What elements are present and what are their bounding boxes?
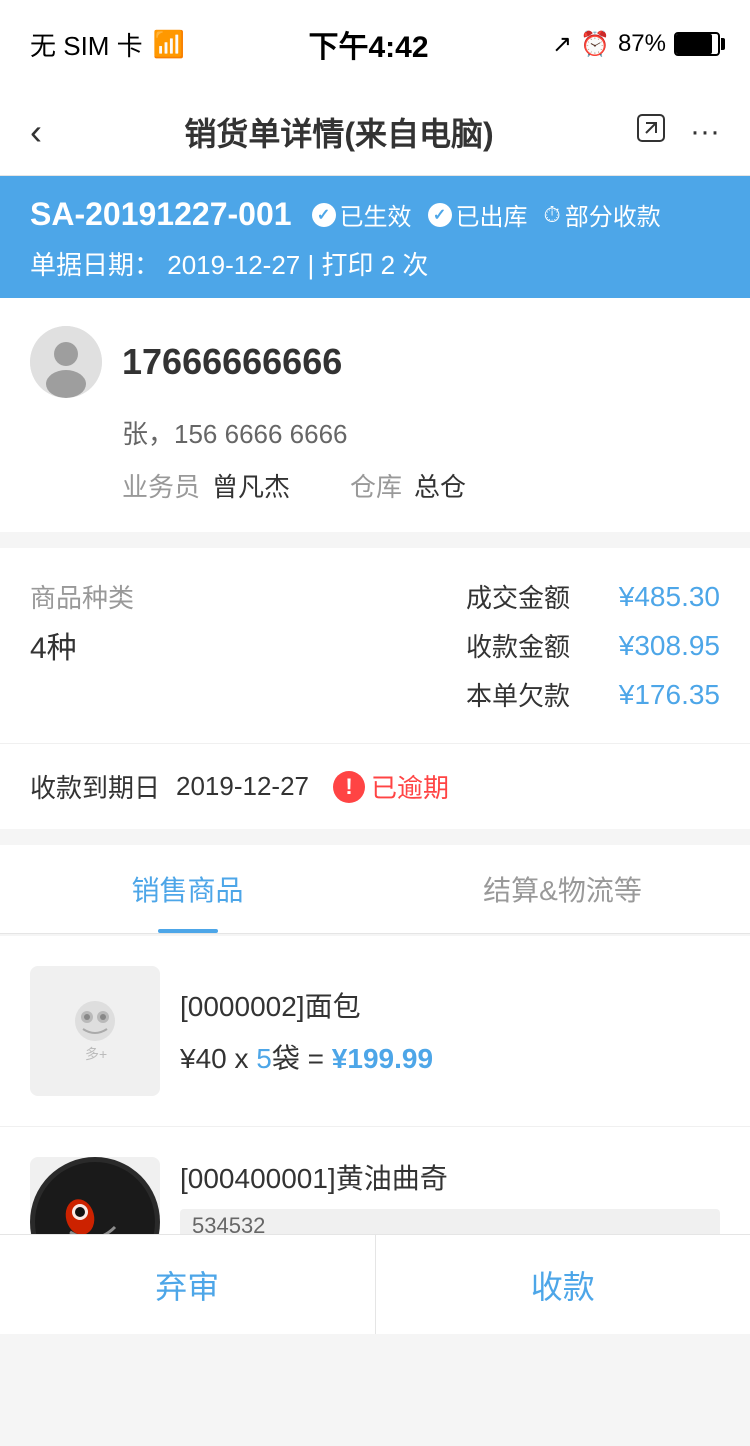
product-thumb-1: 多+ xyxy=(30,966,160,1096)
tabs-row: 销售商品 结算&物流等 xyxy=(0,845,750,933)
check-icon-1: ✓ xyxy=(312,203,336,227)
bottom-bar: 弃审 收款 xyxy=(0,1234,750,1334)
product-name-1: [0000002]面包 xyxy=(180,985,720,1025)
due-section: 收款到期日 2019-12-27 ! 已逾期 xyxy=(0,743,750,829)
tabs-section: 销售商品 结算&物流等 xyxy=(0,845,750,934)
warehouse-meta: 仓库 总仓 xyxy=(350,467,466,504)
stats-row-owed: 本单欠款 ¥176.35 xyxy=(466,676,720,713)
overdue-badge: ! 已逾期 xyxy=(333,768,449,805)
badge-partial: ⏱ 部分收款 xyxy=(544,197,661,232)
customer-meta: 业务员 曾凡杰 仓库 总仓 xyxy=(122,467,720,504)
sales-meta: 业务员 曾凡杰 xyxy=(122,467,290,504)
back-button[interactable]: ‹ xyxy=(30,111,42,153)
status-bar: 无 SIM 卡 📶 下午4:42 ↗ ⏰ 87% xyxy=(0,0,750,88)
share-icon[interactable] xyxy=(636,113,666,151)
type-value: 4种 xyxy=(30,623,134,667)
page-title: 销货单详情(来自电脑) xyxy=(184,109,493,155)
banner-row1: SA-20191227-001 ✓ 已生效 ✓ 已出库 ⏱ 部分收款 xyxy=(30,196,720,233)
nav-bar: ‹ 销货单详情(来自电脑) ··· xyxy=(0,88,750,176)
date-label: 单据日期： xyxy=(30,250,160,280)
sales-person: 曾凡杰 xyxy=(212,467,290,504)
nav-right-icons: ··· xyxy=(636,113,720,151)
order-id: SA-20191227-001 xyxy=(30,196,292,233)
battery-percent: 87% xyxy=(618,30,666,58)
badge-effective: ✓ 已生效 xyxy=(312,197,412,232)
customer-name-phone: 张，156 6666 6666 xyxy=(122,414,720,451)
amount-label: 成交金额 xyxy=(466,578,570,615)
tab-sales-product[interactable]: 销售商品 xyxy=(0,845,375,933)
avatar-icon xyxy=(30,326,102,398)
due-date: 2019-12-27 xyxy=(176,771,309,802)
stats-section: 商品种类 4种 成交金额 ¥485.30 收款金额 ¥308.95 本单欠款 ¥… xyxy=(0,548,750,743)
status-bar-time: 下午4:42 xyxy=(308,22,428,66)
cancel-button[interactable]: 弃审 xyxy=(0,1235,376,1334)
location-icon: ↗ xyxy=(552,30,572,59)
due-label: 收款到期日 xyxy=(30,768,160,805)
sales-label: 业务员 xyxy=(122,467,200,504)
confirm-button[interactable]: 收款 xyxy=(376,1235,750,1334)
divider-1 xyxy=(0,532,750,548)
received-label: 收款金额 xyxy=(466,627,570,664)
banner-row2: 单据日期： 2019-12-27 | 打印 2 次 xyxy=(30,245,720,282)
tab-settlement[interactable]: 结算&物流等 xyxy=(375,845,750,933)
stats-left: 商品种类 4种 xyxy=(30,578,134,667)
warehouse-label: 仓库 xyxy=(350,467,402,504)
wifi-icon: 📶 xyxy=(153,29,185,60)
customer-top: 17666666666 xyxy=(30,326,720,398)
overdue-icon: ! xyxy=(333,771,365,803)
header-banner: SA-20191227-001 ✓ 已生效 ✓ 已出库 ⏱ 部分收款 单据日期：… xyxy=(0,176,750,298)
badge-shipped: ✓ 已出库 xyxy=(428,197,528,232)
product-item: 多+ [0000002]面包 ¥40 x 5袋 = ¥199.99 xyxy=(0,936,750,1127)
overdue-text: 已逾期 xyxy=(371,768,449,805)
amount-value: ¥485.30 xyxy=(590,581,720,613)
stats-right: 成交金额 ¥485.30 收款金额 ¥308.95 本单欠款 ¥176.35 xyxy=(466,578,720,713)
carrier-text: 无 SIM 卡 xyxy=(30,26,143,63)
product-image-1: 多+ xyxy=(55,991,135,1071)
product-name-2: [000400001]黄油曲奇 xyxy=(180,1157,720,1197)
status-badges: ✓ 已生效 ✓ 已出库 ⏱ 部分收款 xyxy=(312,197,661,232)
clock-icon: ⏱ xyxy=(544,202,561,228)
customer-section: 17666666666 张，156 6666 6666 业务员 曾凡杰 仓库 总… xyxy=(0,298,750,532)
received-value: ¥308.95 xyxy=(590,630,720,662)
customer-phone: 17666666666 xyxy=(122,341,342,383)
stats-row-received: 收款金额 ¥308.95 xyxy=(466,627,720,664)
stats-row-amount: 成交金额 ¥485.30 xyxy=(466,578,720,615)
svg-text:多+: 多+ xyxy=(85,1046,107,1062)
check-icon-2: ✓ xyxy=(428,203,452,227)
warehouse-value: 总仓 xyxy=(414,467,466,504)
alarm-icon: ⏰ xyxy=(580,30,610,59)
product-price-1: ¥40 x 5袋 = ¥199.99 xyxy=(180,1037,720,1077)
product-info-1: [0000002]面包 ¥40 x 5袋 = ¥199.99 xyxy=(180,966,720,1096)
print-info: | 打印 2 次 xyxy=(307,250,428,280)
status-bar-left: 无 SIM 卡 📶 xyxy=(30,26,185,63)
more-icon[interactable]: ··· xyxy=(690,115,720,149)
avatar xyxy=(30,326,102,398)
order-date: 2019-12-27 xyxy=(167,250,300,280)
owed-label: 本单欠款 xyxy=(466,676,570,713)
owed-value: ¥176.35 xyxy=(590,679,720,711)
status-bar-right: ↗ ⏰ 87% xyxy=(552,30,720,59)
battery-icon xyxy=(674,32,720,56)
type-label: 商品种类 xyxy=(30,578,134,615)
